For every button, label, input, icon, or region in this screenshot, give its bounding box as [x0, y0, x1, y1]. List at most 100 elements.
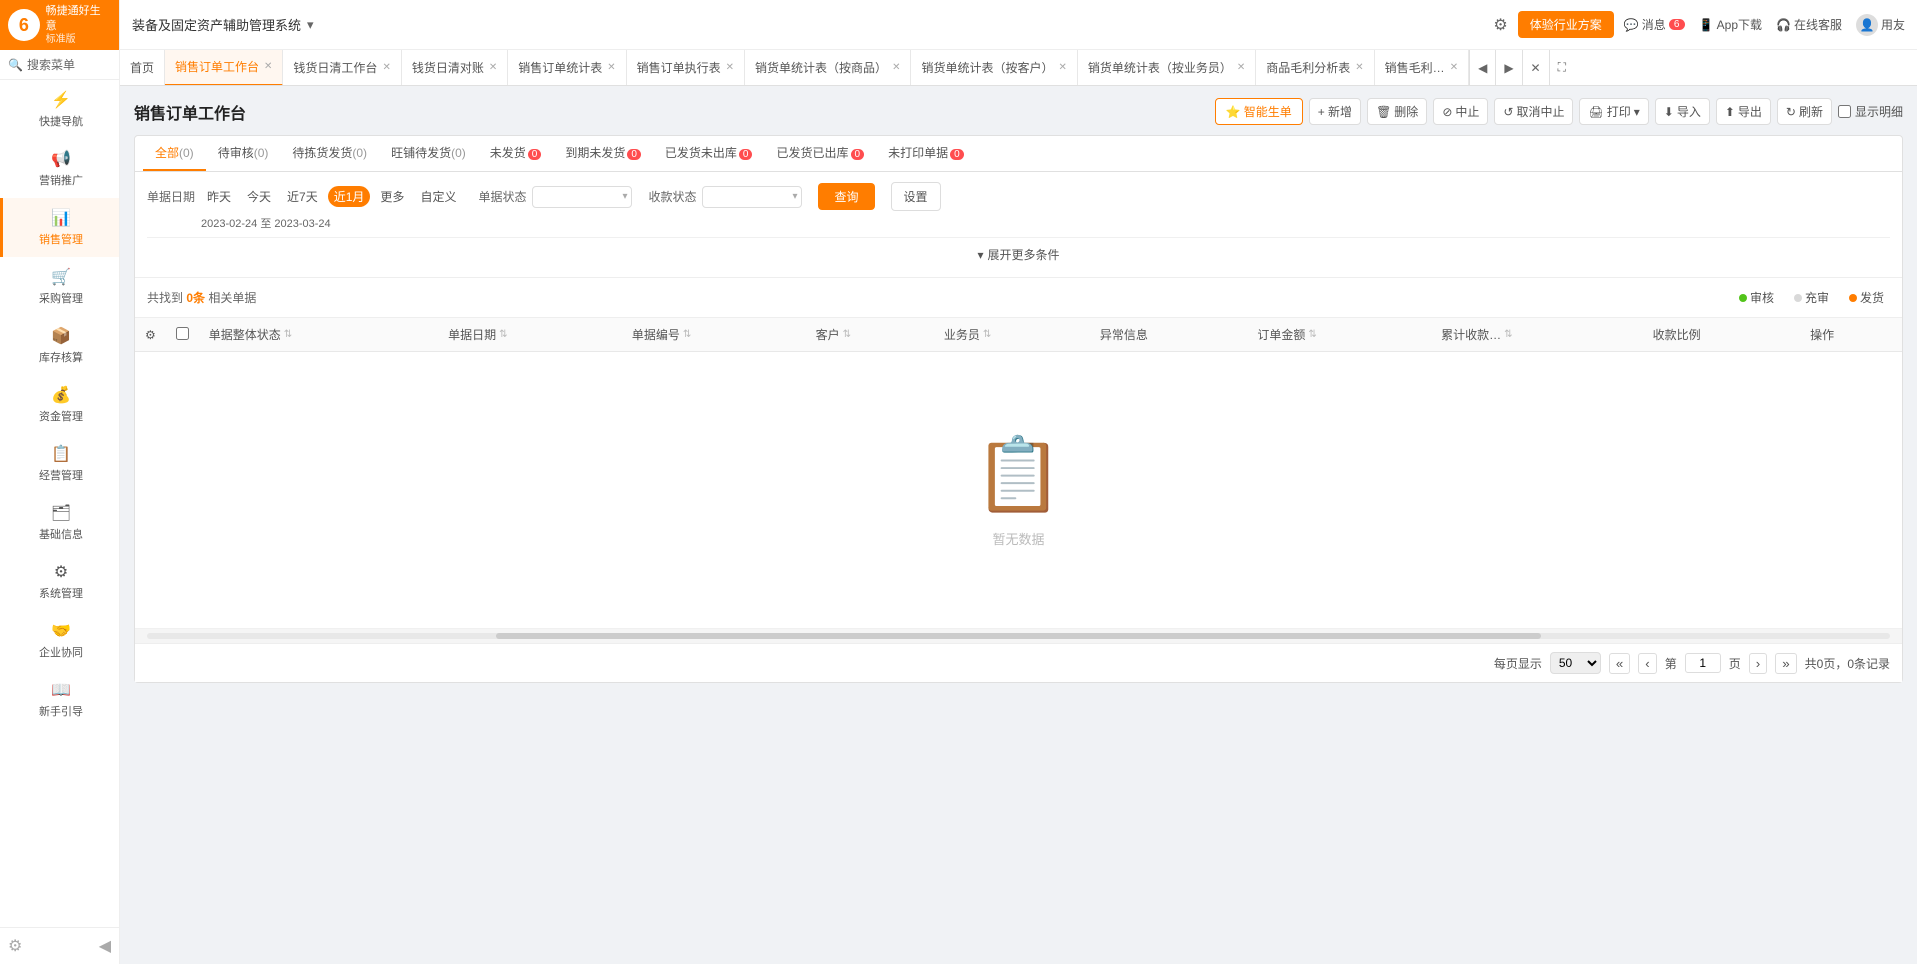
- sidebar-item-采购管理[interactable]: 🛒采购管理: [0, 257, 119, 316]
- tab-4[interactable]: 销售订单统计表✕: [508, 50, 626, 86]
- sidebar-item-快捷导航[interactable]: ⚡快捷导航: [0, 80, 119, 139]
- tab-2[interactable]: 钱货日清工作台✕: [283, 50, 401, 86]
- sidebar-item-系统管理[interactable]: ⚙系统管理: [0, 552, 119, 611]
- delete-button[interactable]: 🗑 删除: [1367, 98, 1427, 125]
- sidebar-item-search[interactable]: 🔍 搜索菜单: [0, 50, 119, 80]
- th-date[interactable]: 单据日期⇅: [438, 318, 622, 352]
- sidebar-item-基础信息[interactable]: 🗂基础信息: [0, 493, 119, 552]
- nav-icon: 🗂: [51, 503, 71, 523]
- tab-10[interactable]: 销售毛利…✕: [1375, 50, 1469, 86]
- set-button[interactable]: 设置: [891, 182, 941, 211]
- expand-more-btn[interactable]: ▾ 展开更多条件: [147, 242, 1890, 267]
- date-opt-近1月[interactable]: 近1月: [328, 186, 371, 207]
- tab-nav-next[interactable]: ▶: [1495, 50, 1521, 86]
- sub-tab-0[interactable]: 全部(0): [143, 136, 206, 171]
- sidebar-item-经营管理[interactable]: 📋经营管理: [0, 434, 119, 493]
- select-all-checkbox[interactable]: [176, 327, 189, 340]
- th-status[interactable]: 单据整体状态⇅: [199, 318, 438, 352]
- tab-close-9[interactable]: ✕: [1355, 62, 1363, 73]
- date-opt-更多[interactable]: 更多: [374, 186, 410, 207]
- th-checkbox[interactable]: [166, 318, 199, 352]
- smart-gen-button[interactable]: ⭐ 智能生单: [1215, 98, 1303, 125]
- cancel-suspend-button[interactable]: ↺ 取消中止: [1494, 98, 1573, 125]
- collapse-icon[interactable]: ◀: [99, 936, 111, 956]
- payment-select[interactable]: [702, 186, 802, 208]
- online-service-item[interactable]: 🎧 在线客服: [1776, 16, 1842, 33]
- tab-close-6[interactable]: ✕: [892, 62, 900, 73]
- sub-tab-4[interactable]: 未发货0: [478, 136, 554, 171]
- sub-tab-5[interactable]: 到期未发货0: [553, 136, 653, 171]
- tab-nav-prev[interactable]: ◀: [1469, 50, 1495, 86]
- table-op-审核[interactable]: 审核: [1733, 286, 1780, 309]
- tab-7[interactable]: 销货单统计表（按客户）✕: [911, 50, 1077, 86]
- per-page-select[interactable]: 50 100: [1550, 652, 1601, 674]
- tab-close-5[interactable]: ✕: [726, 62, 734, 73]
- topbar-settings-icon[interactable]: ⚙: [1493, 15, 1507, 35]
- table-op-充审[interactable]: 充审: [1788, 286, 1835, 309]
- settings-icon[interactable]: ⚙: [8, 936, 22, 956]
- tab-0[interactable]: 首页: [120, 50, 165, 86]
- tab-close-1[interactable]: ✕: [264, 61, 272, 72]
- sub-tab-1[interactable]: 待审核(0): [206, 136, 281, 171]
- sidebar-item-销售管理[interactable]: 📊销售管理: [0, 198, 119, 257]
- page-prev-btn[interactable]: ‹: [1638, 653, 1656, 674]
- tab-6[interactable]: 销货单统计表（按商品）✕: [745, 50, 911, 86]
- table-op-发货[interactable]: 发货: [1843, 286, 1890, 309]
- tab-close-2[interactable]: ✕: [382, 62, 390, 73]
- tab-8[interactable]: 销货单统计表（按业务员）✕: [1078, 50, 1256, 86]
- export-button[interactable]: ⬆ 导出: [1716, 98, 1771, 125]
- status-select[interactable]: [532, 186, 632, 208]
- page-next-btn[interactable]: ›: [1749, 653, 1767, 674]
- show-detail-checkbox[interactable]: 显示明细: [1838, 103, 1903, 120]
- user-item[interactable]: 👤 用友: [1856, 14, 1905, 36]
- tab-close-3[interactable]: ✕: [489, 62, 497, 73]
- system-dropdown-icon[interactable]: ▾: [307, 17, 314, 33]
- page-last-btn[interactable]: »: [1775, 653, 1796, 674]
- sidebar-item-资金管理[interactable]: 💰资金管理: [0, 375, 119, 434]
- th-settings[interactable]: ⚙: [135, 318, 166, 352]
- sidebar-item-新手引导[interactable]: 📖新手引导: [0, 670, 119, 729]
- tab-close-8[interactable]: ✕: [1237, 62, 1245, 73]
- tab-5[interactable]: 销售订单执行表✕: [627, 50, 745, 86]
- tab-close-7[interactable]: ✕: [1058, 62, 1066, 73]
- date-opt-自定义[interactable]: 自定义: [414, 186, 462, 207]
- sidebar-item-企业协同[interactable]: 🤝企业协同: [0, 611, 119, 670]
- scroll-thumb[interactable]: [496, 633, 1542, 639]
- sidebar-item-库存核算[interactable]: 📦库存核算: [0, 316, 119, 375]
- sub-tab-6[interactable]: 已发货未出库0: [653, 136, 765, 171]
- th-salesman[interactable]: 业务员⇅: [934, 318, 1090, 352]
- app-download-item[interactable]: 📱 App下载: [1699, 16, 1762, 33]
- sidebar-item-营销推广[interactable]: 📢营销推广: [0, 139, 119, 198]
- new-button[interactable]: + 新增: [1309, 98, 1361, 125]
- page-input[interactable]: [1685, 653, 1721, 673]
- message-item[interactable]: 💬 消息 6: [1624, 16, 1685, 33]
- tab-9[interactable]: 商品毛利分析表✕: [1256, 50, 1374, 86]
- sub-tab-7[interactable]: 已发货已出库0: [764, 136, 876, 171]
- sub-tab-8[interactable]: 未打印单据0: [876, 136, 976, 171]
- th-amount[interactable]: 订单金额⇅: [1247, 318, 1431, 352]
- query-button[interactable]: 查询: [818, 183, 874, 210]
- th-customer[interactable]: 客户⇅: [806, 318, 934, 352]
- th-number[interactable]: 单据编号⇅: [622, 318, 806, 352]
- sub-tab-3[interactable]: 旺铺待发货(0): [379, 136, 478, 171]
- tab-close-10[interactable]: ✕: [1450, 62, 1458, 73]
- page-first-btn[interactable]: «: [1609, 653, 1630, 674]
- tab-3[interactable]: 钱货日清对账✕: [402, 50, 508, 86]
- refresh-button[interactable]: ↻ 刷新: [1777, 98, 1832, 125]
- date-opt-今天[interactable]: 今天: [241, 186, 277, 207]
- detail-checkbox-input[interactable]: [1838, 105, 1851, 118]
- sidebar-nav: ⚡快捷导航📢营销推广📊销售管理🛒采购管理📦库存核算💰资金管理📋经营管理🗂基础信息…: [0, 80, 119, 729]
- sub-tab-2[interactable]: 待拣货发货(0): [280, 136, 379, 171]
- tab-fullscreen[interactable]: ⛶: [1549, 50, 1574, 86]
- tab-close-4[interactable]: ✕: [607, 62, 615, 73]
- suspend-button[interactable]: ⊘ 中止: [1433, 98, 1488, 125]
- date-opt-近7天[interactable]: 近7天: [281, 186, 324, 207]
- date-opt-昨天[interactable]: 昨天: [201, 186, 237, 207]
- industry-solution-button[interactable]: 体验行业方案: [1518, 11, 1614, 38]
- tab-1[interactable]: 销售订单工作台✕: [165, 50, 283, 86]
- th-collected[interactable]: 累计收款…⇅: [1431, 318, 1643, 352]
- import-button[interactable]: ⬇ 导入: [1655, 98, 1710, 125]
- tab-close-all[interactable]: ✕: [1522, 50, 1549, 86]
- horizontal-scrollbar[interactable]: [135, 629, 1902, 643]
- print-button[interactable]: 🖨 打印 ▾: [1579, 98, 1648, 125]
